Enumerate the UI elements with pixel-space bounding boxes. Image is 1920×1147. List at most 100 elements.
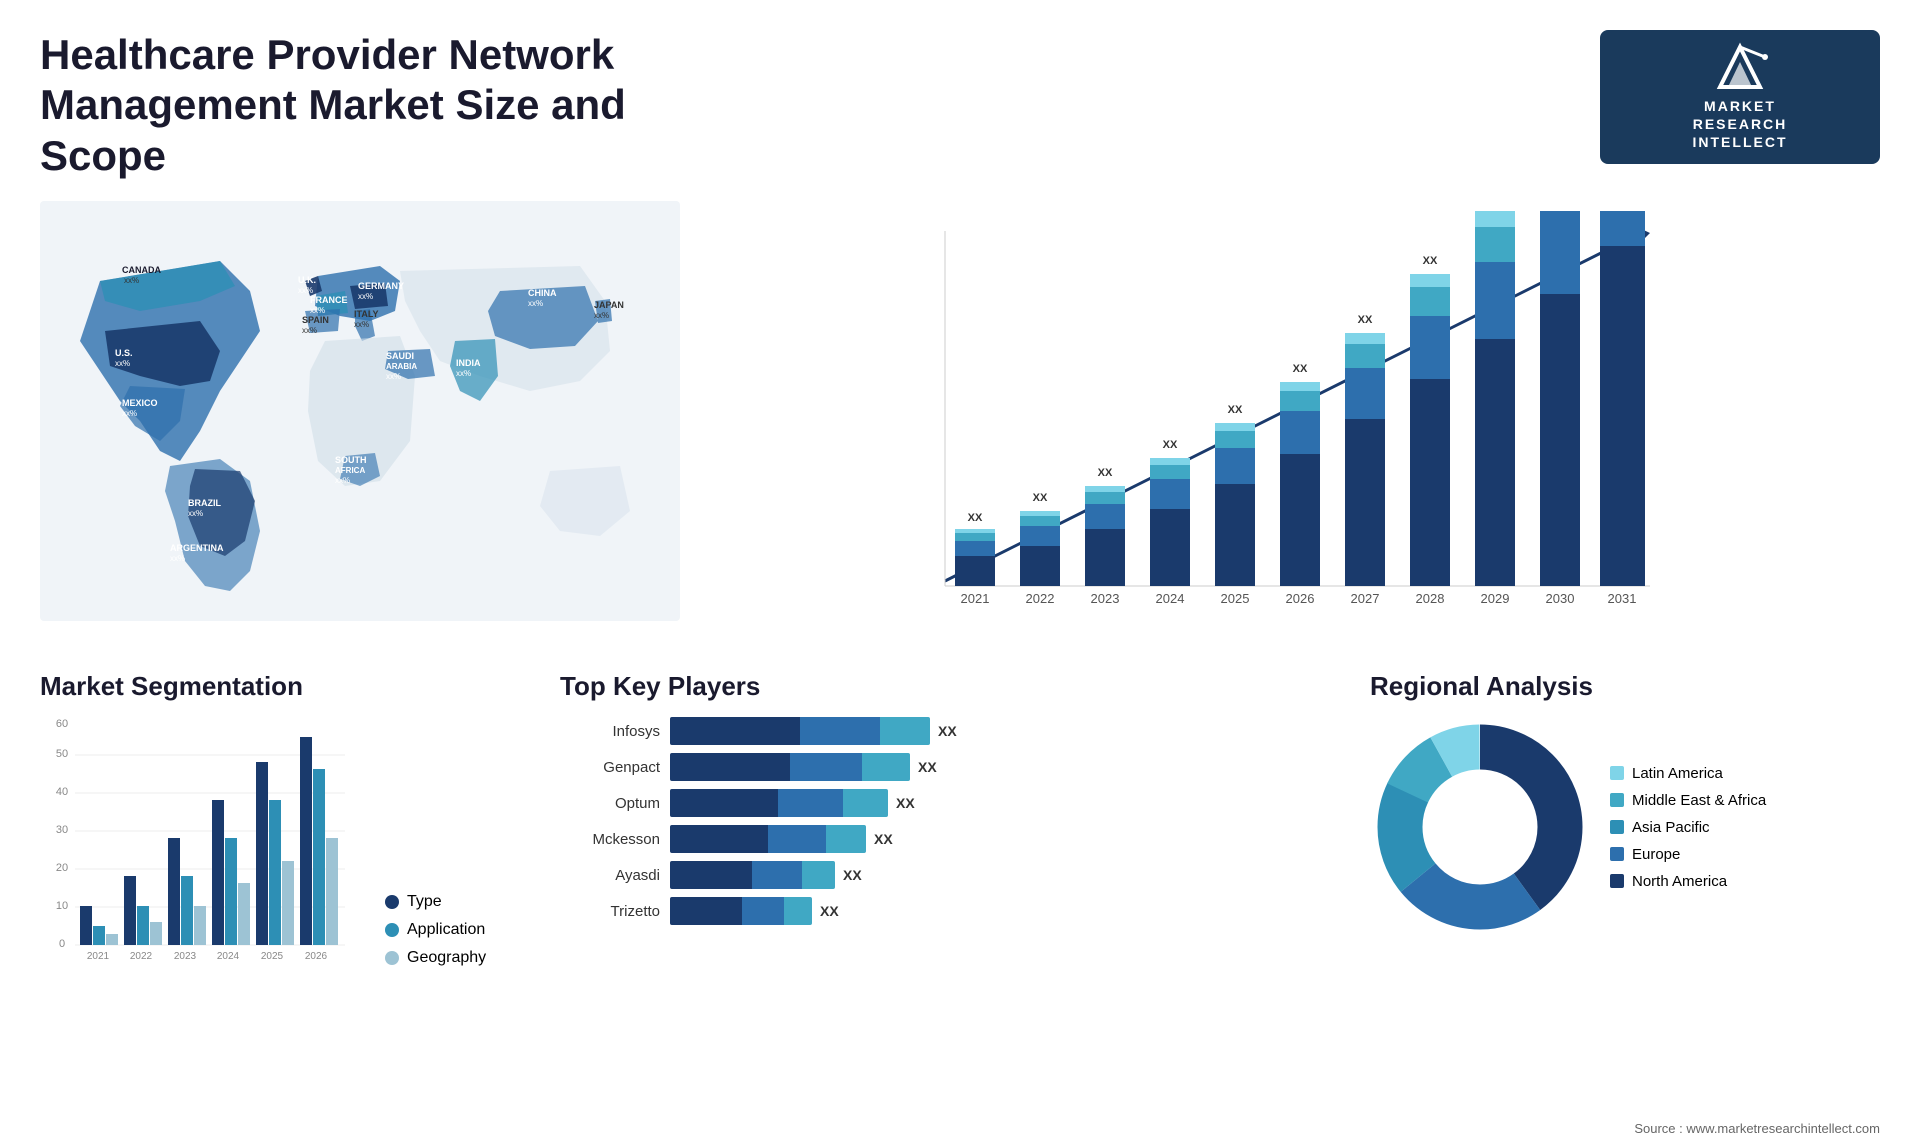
svg-text:ITALY: ITALY (354, 309, 379, 319)
svg-text:JAPAN: JAPAN (594, 300, 624, 310)
svg-text:30: 30 (56, 824, 68, 836)
bar-seg1 (670, 825, 768, 853)
player-row-mckesson: Mckesson XX (560, 825, 1320, 853)
player-value: XX (918, 759, 937, 775)
svg-text:60: 60 (56, 718, 68, 730)
page-title: Healthcare Provider Network Management M… (40, 30, 740, 181)
legend-north-america: North America (1610, 873, 1766, 890)
svg-text:xx%: xx% (354, 320, 369, 329)
north-america-label: North America (1632, 873, 1727, 890)
svg-text:XX: XX (1033, 492, 1048, 504)
player-name-ayasdi: Ayasdi (560, 867, 660, 884)
svg-text:ARGENTINA: ARGENTINA (170, 543, 224, 553)
svg-text:2026: 2026 (305, 951, 328, 962)
player-bar-mckesson: XX (670, 825, 1320, 853)
svg-text:xx%: xx% (122, 409, 137, 418)
player-row-ayasdi: Ayasdi XX (560, 861, 1320, 889)
legend-europe: Europe (1610, 846, 1766, 863)
player-value: XX (843, 867, 862, 883)
bar-seg2 (752, 861, 802, 889)
segmentation-chart: 0 10 20 30 40 50 60 (40, 717, 350, 967)
player-bar-optum: XX (670, 789, 1320, 817)
svg-text:FRANCE: FRANCE (310, 295, 348, 305)
svg-text:XX: XX (1228, 404, 1243, 416)
bar-seg3 (826, 825, 866, 853)
donut-chart (1370, 717, 1590, 937)
bar-seg3 (784, 897, 812, 925)
logo-icon (1710, 42, 1770, 92)
svg-text:xx%: xx% (358, 292, 373, 301)
bar-seg2 (778, 789, 843, 817)
europe-dot (1610, 847, 1624, 861)
svg-text:2025: 2025 (261, 951, 284, 962)
bar-seg3 (880, 717, 930, 745)
svg-text:20: 20 (56, 862, 68, 874)
player-name-optum: Optum (560, 795, 660, 812)
player-bar-ayasdi: XX (670, 861, 1320, 889)
svg-text:SPAIN: SPAIN (302, 315, 329, 325)
player-bar-genpact: XX (670, 753, 1320, 781)
svg-text:XX: XX (1358, 314, 1373, 326)
regional-content: Latin America Middle East & Africa Asia … (1370, 717, 1870, 937)
svg-text:2025: 2025 (1221, 591, 1250, 606)
segmentation-section: Market Segmentation 0 10 20 30 40 50 60 (40, 671, 520, 1147)
svg-text:xx%: xx% (170, 554, 185, 563)
player-name-genpact: Genpact (560, 759, 660, 776)
segmentation-title: Market Segmentation (40, 671, 520, 702)
type-legend-label: Type (407, 893, 442, 911)
svg-text:40: 40 (56, 786, 68, 798)
svg-text:2031: 2031 (1608, 591, 1637, 606)
player-row-optum: Optum XX (560, 789, 1320, 817)
svg-text:2021: 2021 (87, 951, 110, 962)
regional-legend: Latin America Middle East & Africa Asia … (1610, 765, 1766, 890)
bar-seg2 (790, 753, 862, 781)
growth-bar-chart: XX 2021 XX 2022 XX (710, 211, 1860, 631)
svg-text:2024: 2024 (1156, 591, 1185, 606)
bar-seg3 (802, 861, 835, 889)
bar-seg1 (670, 861, 752, 889)
svg-text:SAUDI: SAUDI (386, 351, 414, 361)
world-map: CANADA xx% U.S. xx% MEXICO xx% BRAZIL xx… (40, 201, 680, 621)
svg-text:CHINA: CHINA (528, 288, 557, 298)
player-row-genpact: Genpact XX (560, 753, 1320, 781)
svg-text:xx%: xx% (115, 359, 130, 368)
svg-text:MEXICO: MEXICO (122, 398, 158, 408)
player-bar-trizetto: XX (670, 897, 1320, 925)
player-row-trizetto: Trizetto XX (560, 897, 1320, 925)
svg-text:ARABIA: ARABIA (386, 362, 417, 371)
middle-east-africa-dot (1610, 793, 1624, 807)
latin-america-dot (1610, 766, 1624, 780)
svg-text:2022: 2022 (130, 951, 153, 962)
player-name-mckesson: Mckesson (560, 831, 660, 848)
logo-area: MARKET RESEARCH INTELLECT (1600, 30, 1880, 164)
svg-text:xx%: xx% (335, 476, 350, 485)
player-value: XX (874, 831, 893, 847)
regional-section: Regional Analysis (1360, 671, 1880, 1147)
svg-text:XX: XX (1293, 363, 1308, 375)
svg-text:XX: XX (968, 512, 983, 524)
svg-text:2030: 2030 (1546, 591, 1575, 606)
svg-text:xx%: xx% (298, 286, 313, 295)
svg-text:xx%: xx% (188, 509, 203, 518)
svg-text:XX: XX (1098, 467, 1113, 479)
svg-text:2026: 2026 (1286, 591, 1315, 606)
middle-east-africa-label: Middle East & Africa (1632, 792, 1766, 809)
svg-text:2024: 2024 (217, 951, 240, 962)
logo-text: MARKET RESEARCH INTELLECT (1693, 97, 1788, 152)
geography-legend-label: Geography (407, 949, 486, 967)
svg-text:xx%: xx% (310, 306, 325, 315)
svg-text:AFRICA: AFRICA (335, 466, 365, 475)
bar-seg1 (670, 897, 742, 925)
svg-text:2021: 2021 (961, 591, 990, 606)
svg-text:INDIA: INDIA (456, 358, 481, 368)
bar-seg3 (862, 753, 910, 781)
asia-pacific-dot (1610, 820, 1624, 834)
legend-item-geography: Geography (385, 949, 486, 967)
player-value: XX (938, 723, 957, 739)
latin-america-label: Latin America (1632, 765, 1723, 782)
players-chart: Infosys XX Genpact (560, 717, 1320, 925)
header: Healthcare Provider Network Management M… (40, 30, 1880, 181)
bar-seg1 (670, 789, 778, 817)
legend-item-application: Application (385, 921, 486, 939)
europe-label: Europe (1632, 846, 1680, 863)
